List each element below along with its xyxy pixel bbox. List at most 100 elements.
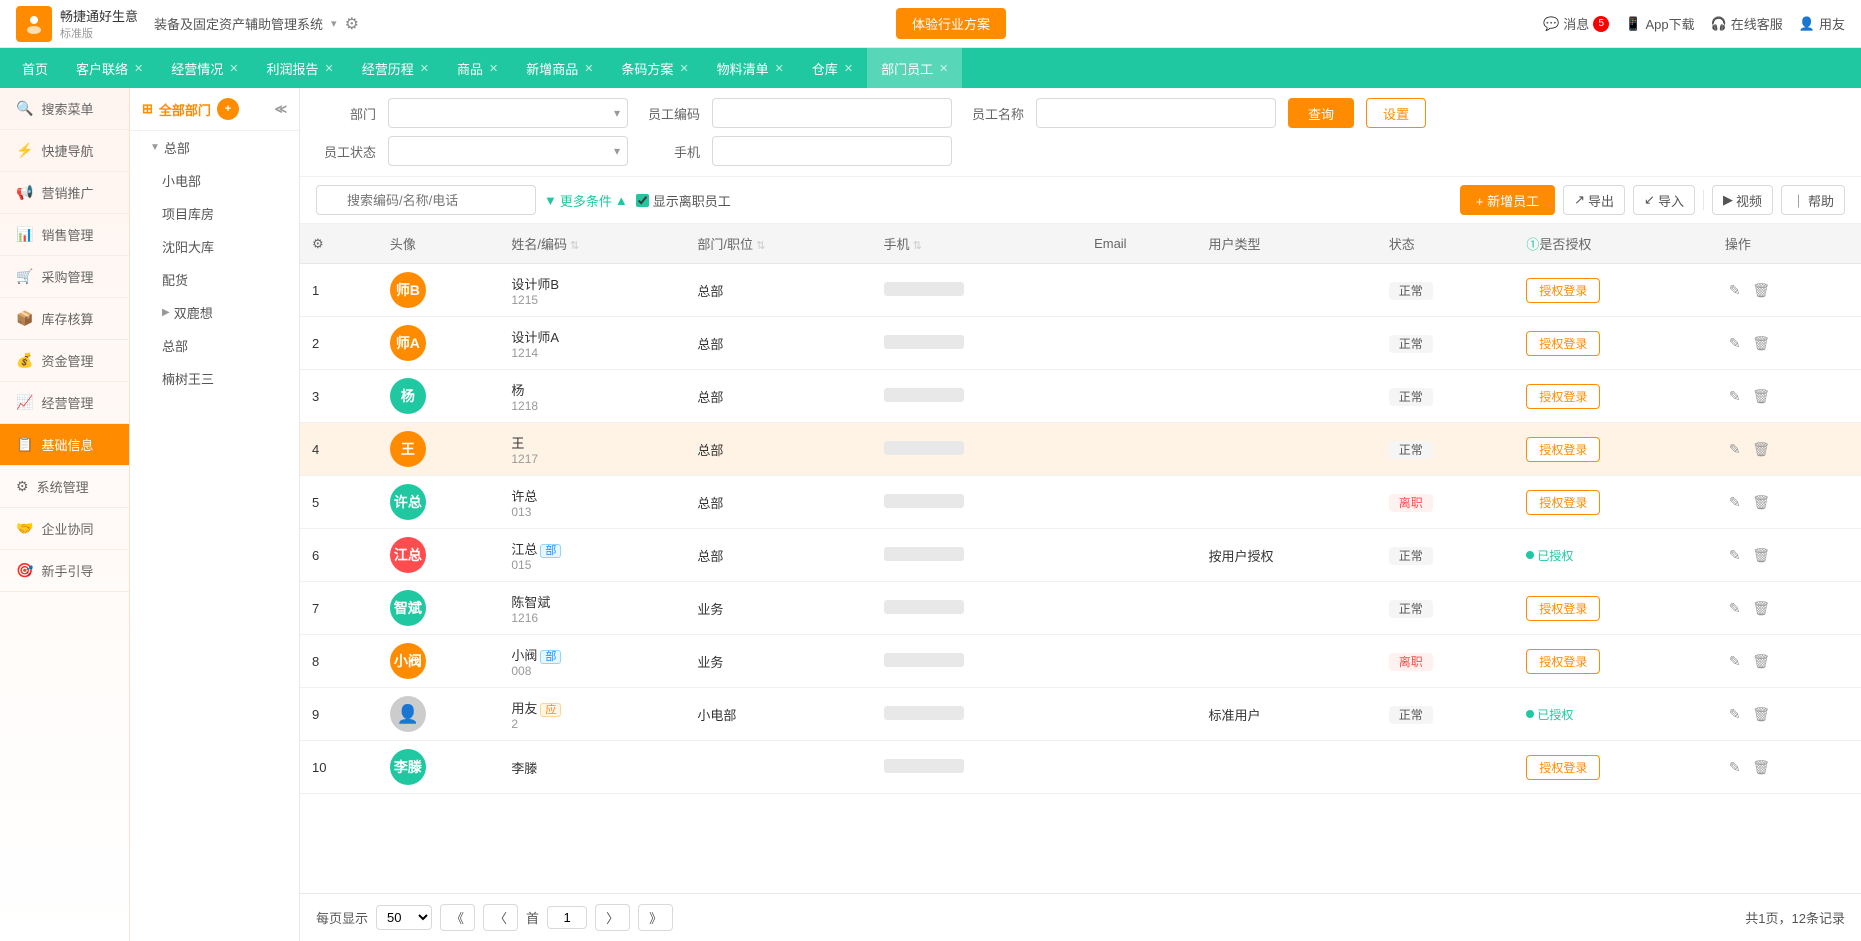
auth-login-btn[interactable]: 授权登录 xyxy=(1526,490,1600,515)
filter-reset-btn[interactable]: 设置 xyxy=(1366,98,1426,128)
auth-login-btn[interactable]: 授权登录 xyxy=(1526,596,1600,621)
th-phone[interactable]: 手机 xyxy=(872,224,1083,264)
nav-tab-dept-staff[interactable]: 部门员工 ✕ xyxy=(867,48,962,88)
system-title-dropdown[interactable]: ▾ xyxy=(331,17,337,30)
nav-tab-operation[interactable]: 经营情况 ✕ xyxy=(157,48,252,88)
dept-tree-total[interactable]: ▼ 总部 xyxy=(130,131,299,164)
sidebar-item-bizmanage[interactable]: 📈 经营管理 xyxy=(0,382,129,424)
empname-filter-input[interactable] xyxy=(1036,98,1276,128)
nav-tab-warehouse[interactable]: 仓库 ✕ xyxy=(798,48,867,88)
sidebar-item-purchase[interactable]: 🛒 采购管理 xyxy=(0,256,129,298)
close-icon[interactable]: ✕ xyxy=(844,62,853,75)
user-menu[interactable]: 👤 用友 xyxy=(1799,14,1845,33)
collapse-panel-btn[interactable]: ≪ xyxy=(274,102,287,116)
delete-btn[interactable]: 🗑 xyxy=(1748,600,1774,617)
dept-tree-item-shenyang[interactable]: 沈阳大库 xyxy=(130,230,299,263)
show-dismissed-checkbox[interactable] xyxy=(636,194,649,207)
nav-tab-home[interactable]: 首页 xyxy=(8,48,62,88)
last-page-btn[interactable]: 》 xyxy=(638,904,673,931)
edit-btn[interactable]: ✎ xyxy=(1725,547,1745,564)
page-number-input[interactable] xyxy=(547,906,587,929)
auth-login-btn[interactable]: 授权登录 xyxy=(1526,331,1600,356)
export-btn[interactable]: ↗ 导出 xyxy=(1563,185,1625,215)
close-icon[interactable]: ✕ xyxy=(229,62,238,75)
edit-btn[interactable]: ✎ xyxy=(1725,335,1745,352)
settings-icon[interactable]: ⚙ xyxy=(345,14,359,34)
per-page-select[interactable]: 50 20 100 xyxy=(376,905,432,930)
message-btn[interactable]: 💬 消息 5 xyxy=(1543,14,1609,33)
edit-btn[interactable]: ✎ xyxy=(1725,441,1745,458)
auth-login-btn[interactable]: 授权登录 xyxy=(1526,278,1600,303)
edit-btn[interactable]: ✎ xyxy=(1725,600,1745,617)
empcode-filter-input[interactable] xyxy=(712,98,952,128)
delete-btn[interactable]: 🗑 xyxy=(1748,494,1774,511)
next-page-btn[interactable]: 〉 xyxy=(595,904,630,931)
sidebar-item-marketing[interactable]: 📢 营销推广 xyxy=(0,172,129,214)
delete-btn[interactable]: 🗑 xyxy=(1748,547,1774,564)
empstatus-filter-select[interactable] xyxy=(388,136,628,166)
edit-btn[interactable]: ✎ xyxy=(1725,388,1745,405)
sidebar-item-inventory[interactable]: 📦 库存核算 xyxy=(0,298,129,340)
dept-tree-item-xiaodian[interactable]: 小电部 xyxy=(130,164,299,197)
edit-btn[interactable]: ✎ xyxy=(1725,759,1745,776)
nav-tab-add-goods[interactable]: 新增商品 ✕ xyxy=(512,48,607,88)
close-icon[interactable]: ✕ xyxy=(325,62,334,75)
sidebar-item-shortcut[interactable]: ⚡ 快捷导航 xyxy=(0,130,129,172)
help-btn[interactable]: ｜ 帮助 xyxy=(1781,185,1845,215)
sidebar-item-collab[interactable]: 🤝 企业协同 xyxy=(0,508,129,550)
close-icon[interactable]: ✕ xyxy=(489,62,498,75)
filter-search-btn[interactable]: 查询 xyxy=(1288,98,1354,128)
delete-btn[interactable]: 🗑 xyxy=(1748,653,1774,670)
online-service-btn[interactable]: 🎧 在线客服 xyxy=(1711,14,1783,33)
close-icon[interactable]: ✕ xyxy=(134,62,143,75)
view-btn[interactable]: ▶ 视频 xyxy=(1712,185,1773,215)
auth-login-btn[interactable]: 授权登录 xyxy=(1526,437,1600,462)
nav-tab-barcode[interactable]: 条码方案 ✕ xyxy=(607,48,702,88)
sidebar-item-basicinfo[interactable]: 📋 基础信息 xyxy=(0,424,129,466)
close-icon[interactable]: ✕ xyxy=(775,62,784,75)
edit-btn[interactable]: ✎ xyxy=(1725,494,1745,511)
prev-page-btn[interactable]: 〈 xyxy=(483,904,518,931)
sidebar-item-system[interactable]: ⚙ 系统管理 xyxy=(0,466,129,508)
delete-btn[interactable]: 🗑 xyxy=(1748,388,1774,405)
edit-btn[interactable]: ✎ xyxy=(1725,706,1745,723)
nav-tab-bom[interactable]: 物料清单 ✕ xyxy=(703,48,798,88)
nav-tab-goods[interactable]: 商品 ✕ xyxy=(443,48,512,88)
dept-tree-item-peihuo[interactable]: 配货 xyxy=(130,263,299,296)
dept-filter-select[interactable] xyxy=(388,98,628,128)
nav-tab-customer[interactable]: 客户联络 ✕ xyxy=(62,48,157,88)
sidebar-item-sales[interactable]: 📊 销售管理 xyxy=(0,214,129,256)
nav-tab-history[interactable]: 经营历程 ✕ xyxy=(348,48,443,88)
sidebar-item-guide[interactable]: 🎯 新手引导 xyxy=(0,550,129,592)
sidebar-item-finance[interactable]: 💰 资金管理 xyxy=(0,340,129,382)
auth-login-btn[interactable]: 授权登录 xyxy=(1526,384,1600,409)
add-employee-btn[interactable]: + 新增员工 xyxy=(1460,185,1555,215)
close-icon[interactable]: ✕ xyxy=(420,62,429,75)
th-settings[interactable]: ⚙ xyxy=(300,224,378,264)
add-dept-btn[interactable]: + xyxy=(217,98,239,120)
dept-tree-item-xiangmu[interactable]: 项目库房 xyxy=(130,197,299,230)
trial-button[interactable]: 体验行业方案 xyxy=(896,8,1006,39)
dept-tree-item-nanshu[interactable]: 楠树王三 xyxy=(130,362,299,395)
auth-login-btn[interactable]: 授权登录 xyxy=(1526,649,1600,674)
nav-tab-profit[interactable]: 利润报告 ✕ xyxy=(252,48,347,88)
dept-tree-item-zongbu[interactable]: 总部 xyxy=(130,329,299,362)
first-page-btn[interactable]: 《 xyxy=(440,904,475,931)
delete-btn[interactable]: 🗑 xyxy=(1748,335,1774,352)
edit-btn[interactable]: ✎ xyxy=(1725,282,1745,299)
edit-btn[interactable]: ✎ xyxy=(1725,653,1745,670)
auth-login-btn[interactable]: 授权登录 xyxy=(1526,755,1600,780)
th-name[interactable]: 姓名/编码 xyxy=(499,224,685,264)
app-download-btn[interactable]: 📱 App下载 xyxy=(1625,14,1694,33)
show-dismissed-label[interactable]: 显示离职员工 xyxy=(636,191,731,210)
close-icon[interactable]: ✕ xyxy=(584,62,593,75)
close-icon[interactable]: ✕ xyxy=(679,62,688,75)
delete-btn[interactable]: 🗑 xyxy=(1748,282,1774,299)
import-btn[interactable]: ↙ 导入 xyxy=(1633,185,1695,215)
close-icon[interactable]: ✕ xyxy=(939,62,948,75)
delete-btn[interactable]: 🗑 xyxy=(1748,706,1774,723)
search-input[interactable] xyxy=(316,185,536,215)
delete-btn[interactable]: 🗑 xyxy=(1748,759,1774,776)
filter-more-btn[interactable]: ▼ 更多条件 ▲ xyxy=(544,191,628,210)
sidebar-item-search[interactable]: 🔍 搜索菜单 xyxy=(0,88,129,130)
